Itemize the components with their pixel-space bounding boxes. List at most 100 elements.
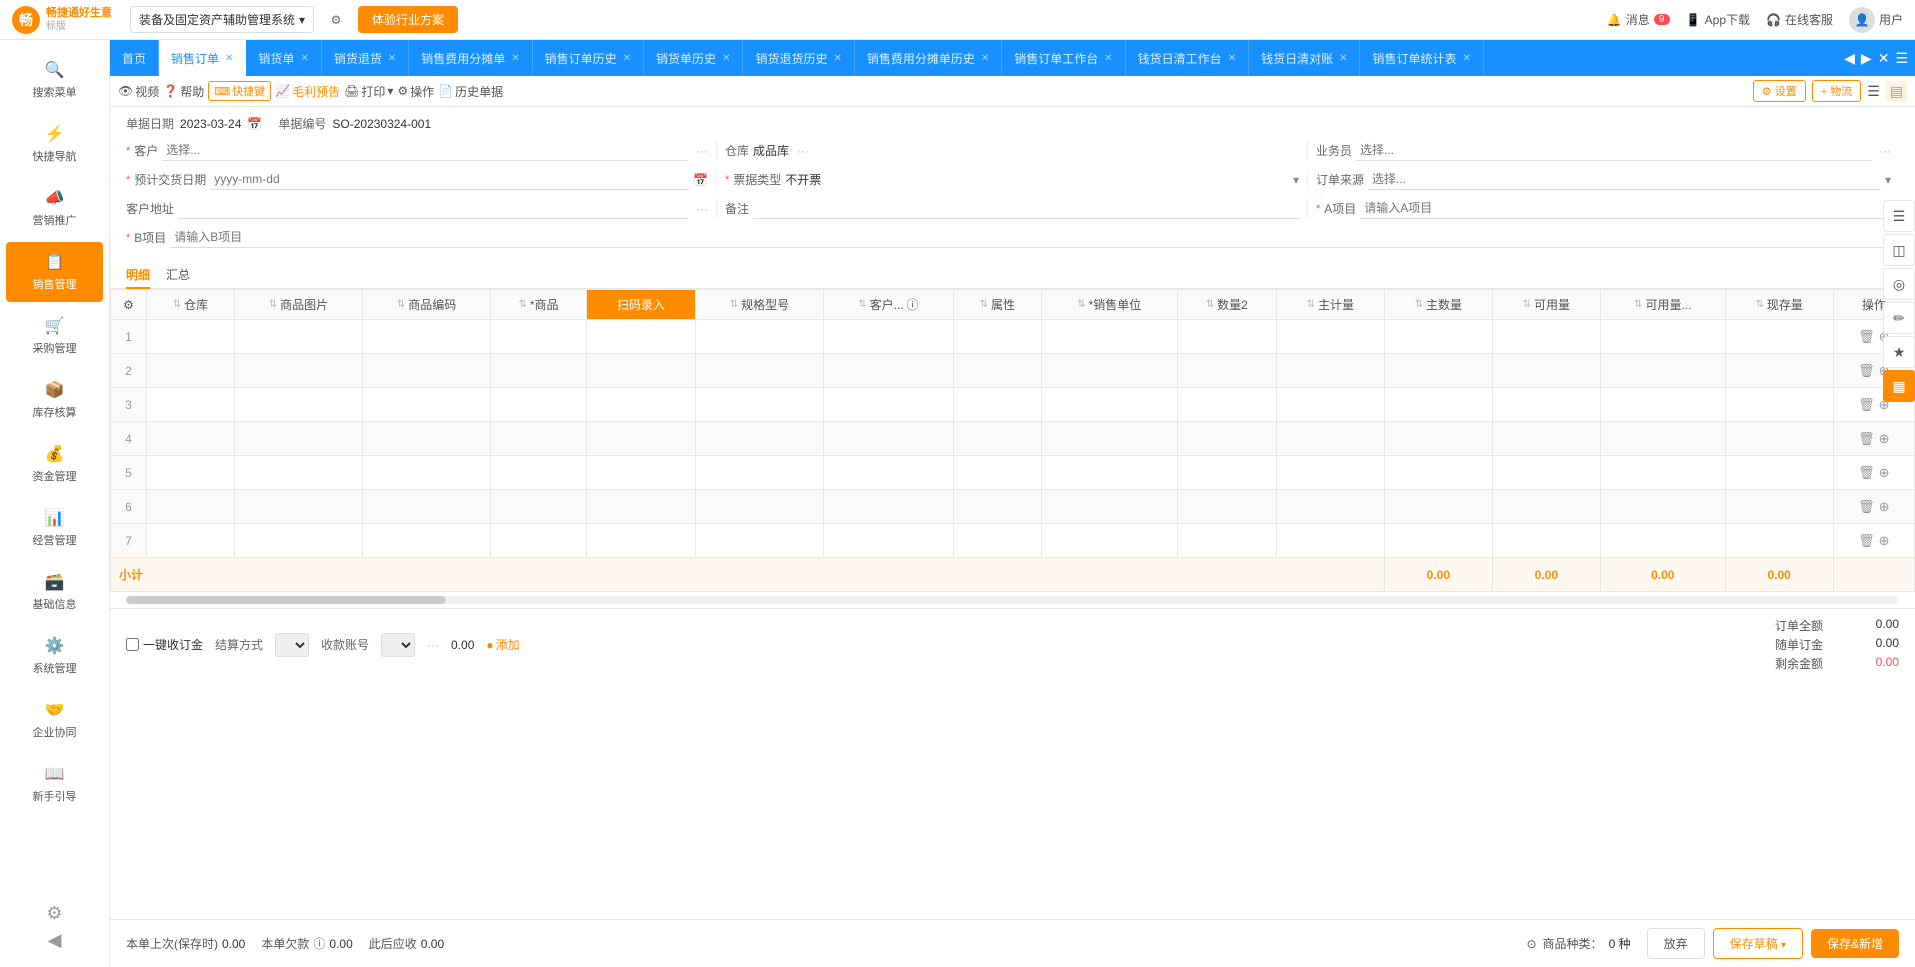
row-7-delete-btn[interactable]: 🗑 (1858, 533, 1875, 549)
row-4-delete-btn[interactable]: 🗑 (1858, 431, 1875, 447)
collapse-icon[interactable]: ◀ (48, 930, 62, 951)
row-3-qty2[interactable] (1177, 388, 1276, 422)
save-new-button[interactable]: 保存&新增 (1811, 929, 1899, 958)
right-panel-btn-3[interactable]: ◎ (1883, 268, 1915, 300)
invoice-dropdown[interactable]: ▾ (1293, 173, 1299, 187)
sidebar-item-finance[interactable]: 💰 资金管理 (6, 434, 103, 494)
row-2-current[interactable] (1725, 354, 1833, 388)
row-2-image[interactable] (234, 354, 362, 388)
project-b-input[interactable] (170, 227, 1899, 248)
row-5-delete-btn[interactable]: 🗑 (1858, 465, 1875, 481)
order-source-input[interactable] (1368, 169, 1881, 190)
sidebar-item-quicknav[interactable]: ⚡ 快捷导航 (6, 114, 103, 174)
salesperson-input[interactable] (1356, 140, 1871, 161)
row-3-warehouse[interactable] (147, 388, 235, 422)
row-2-avail2[interactable] (1600, 354, 1725, 388)
sidebar-item-base[interactable]: 🗃️ 基础信息 (6, 562, 103, 622)
tab-cashflow-reconcile[interactable]: 钱货日清对账 ✕ (1249, 40, 1360, 76)
settings-bottom-icon[interactable]: ⚙ (46, 903, 62, 924)
tab-bill-history[interactable]: 销货单历史 ✕ (644, 40, 743, 76)
view-btn[interactable]: 👁 视频 (118, 83, 159, 100)
right-panel-btn-2[interactable]: ◫ (1883, 234, 1915, 266)
online-service-item[interactable]: 🎧 在线客服 (1766, 11, 1833, 28)
tab-sales-bill-close[interactable]: ✕ (300, 53, 308, 64)
tab-order-workbench-close[interactable]: ✕ (1104, 53, 1112, 64)
row-7-copy-btn[interactable]: ⊕ (1879, 533, 1890, 549)
row-2-mainqty[interactable] (1384, 354, 1492, 388)
sidebar-item-marketing[interactable]: 📣 营销推广 (6, 178, 103, 238)
row-1-product[interactable] (491, 320, 587, 354)
notification-item[interactable]: 🔔 消息 9 (1607, 11, 1670, 28)
history-btn[interactable]: 📄 历史单据 (438, 83, 503, 100)
row-4-warehouse[interactable] (147, 422, 235, 456)
tab-sales-stats-close[interactable]: ✕ (1463, 53, 1471, 64)
row-1-custcode[interactable] (824, 320, 954, 354)
row-3-mainqty[interactable] (1384, 388, 1492, 422)
sidebar-item-guide[interactable]: 📖 新手引导 (6, 754, 103, 814)
tab-sales-expense[interactable]: 销售费用分摊单 ✕ (409, 40, 532, 76)
settlement-select[interactable] (275, 633, 309, 657)
tab-return-history-close[interactable]: ✕ (833, 53, 841, 64)
table-scroll-container[interactable]: ⚙ ⇅仓库 ⇅商品图片 ⇅商品编码 (110, 289, 1915, 592)
order-source-dropdown[interactable]: ▾ (1885, 173, 1891, 187)
row-2-custcode[interactable] (824, 354, 954, 388)
sidebar-item-operations[interactable]: 📊 经营管理 (6, 498, 103, 558)
row-3-mainunit[interactable] (1276, 388, 1384, 422)
tab-prev-icon[interactable]: ◀ (1841, 50, 1858, 67)
row-1-avail2[interactable] (1600, 320, 1725, 354)
set-button[interactable]: ⚙ 设置 (1753, 80, 1806, 102)
salesperson-more[interactable]: ··· (1879, 144, 1891, 158)
one-click-checkbox[interactable]: 一键收订金 (126, 636, 203, 653)
print-btn[interactable]: 🖨 打印 ▾ (344, 83, 393, 100)
system-selector[interactable]: 装备及固定资产辅助管理系统 ▾ (130, 6, 314, 33)
row-1-warehouse[interactable] (147, 320, 235, 354)
row-2-unit[interactable] (1041, 354, 1177, 388)
right-panel-btn-5[interactable]: ★ (1883, 336, 1915, 368)
tab-sales-stats[interactable]: 销售订单统计表 ✕ (1360, 40, 1483, 76)
layout-icon-2[interactable]: ▤ (1886, 81, 1907, 102)
row-1-delete-btn[interactable]: 🗑 (1858, 329, 1875, 345)
footer-add-btn[interactable]: ● 添加 (486, 636, 519, 653)
row-1-unit[interactable] (1041, 320, 1177, 354)
sidebar-item-cooperation[interactable]: 🤝 企业协同 (6, 690, 103, 750)
row-3-code[interactable] (363, 388, 491, 422)
settings-icon[interactable]: ⚙ (123, 298, 134, 312)
warehouse-more[interactable]: ··· (797, 144, 809, 158)
tab-next-icon[interactable]: ▶ (1858, 50, 1875, 67)
sidebar-item-inventory[interactable]: 📦 库存核算 (6, 370, 103, 430)
detail-tab-details[interactable]: 明细 (126, 262, 150, 289)
row-1-current[interactable] (1725, 320, 1833, 354)
address-more[interactable]: ··· (696, 202, 708, 216)
row-6-delete-btn[interactable]: 🗑 (1858, 499, 1875, 515)
row-1-spec[interactable] (695, 320, 823, 354)
row-2-scan[interactable] (586, 354, 695, 388)
row-1-mainqty[interactable] (1384, 320, 1492, 354)
row-1-scan[interactable] (586, 320, 695, 354)
scroll-bar[interactable] (126, 596, 1899, 604)
shortcuts-btn[interactable]: ⌨ 快捷键 (208, 81, 271, 101)
calendar-icon[interactable]: 📅 (247, 117, 262, 131)
row-2-avail[interactable] (1492, 354, 1600, 388)
save-draft-button[interactable]: 保存草稿 ▾ (1713, 928, 1803, 959)
customer-more[interactable]: ··· (696, 144, 708, 158)
row-2-spec[interactable] (695, 354, 823, 388)
tab-cashflow-workbench[interactable]: 钱货日清工作台 ✕ (1126, 40, 1249, 76)
tab-sales-return[interactable]: 销货退货 ✕ (322, 40, 409, 76)
tab-sales-order-close[interactable]: ✕ (225, 53, 233, 64)
row-1-image[interactable] (234, 320, 362, 354)
row-3-current[interactable] (1725, 388, 1833, 422)
row-3-custcode[interactable] (824, 388, 954, 422)
row-2-qty2[interactable] (1177, 354, 1276, 388)
row-4-copy-btn[interactable]: ⊕ (1879, 431, 1890, 447)
row-2-product[interactable] (491, 354, 587, 388)
delivery-date-input[interactable] (210, 169, 689, 190)
tab-sales-return-close[interactable]: ✕ (388, 53, 396, 64)
logistics-button[interactable]: + 物流 (1812, 80, 1862, 102)
row-3-delete-btn[interactable]: 🗑 (1858, 397, 1875, 413)
tab-sales-history-close[interactable]: ✕ (623, 53, 631, 64)
discard-button[interactable]: 放弃 (1647, 928, 1705, 959)
row-6-copy-btn[interactable]: ⊕ (1879, 499, 1890, 515)
tab-cashflow-workbench-close[interactable]: ✕ (1228, 53, 1236, 64)
row-2-delete-btn[interactable]: 🗑 (1858, 363, 1875, 379)
detail-tab-summary[interactable]: 汇总 (166, 262, 190, 289)
